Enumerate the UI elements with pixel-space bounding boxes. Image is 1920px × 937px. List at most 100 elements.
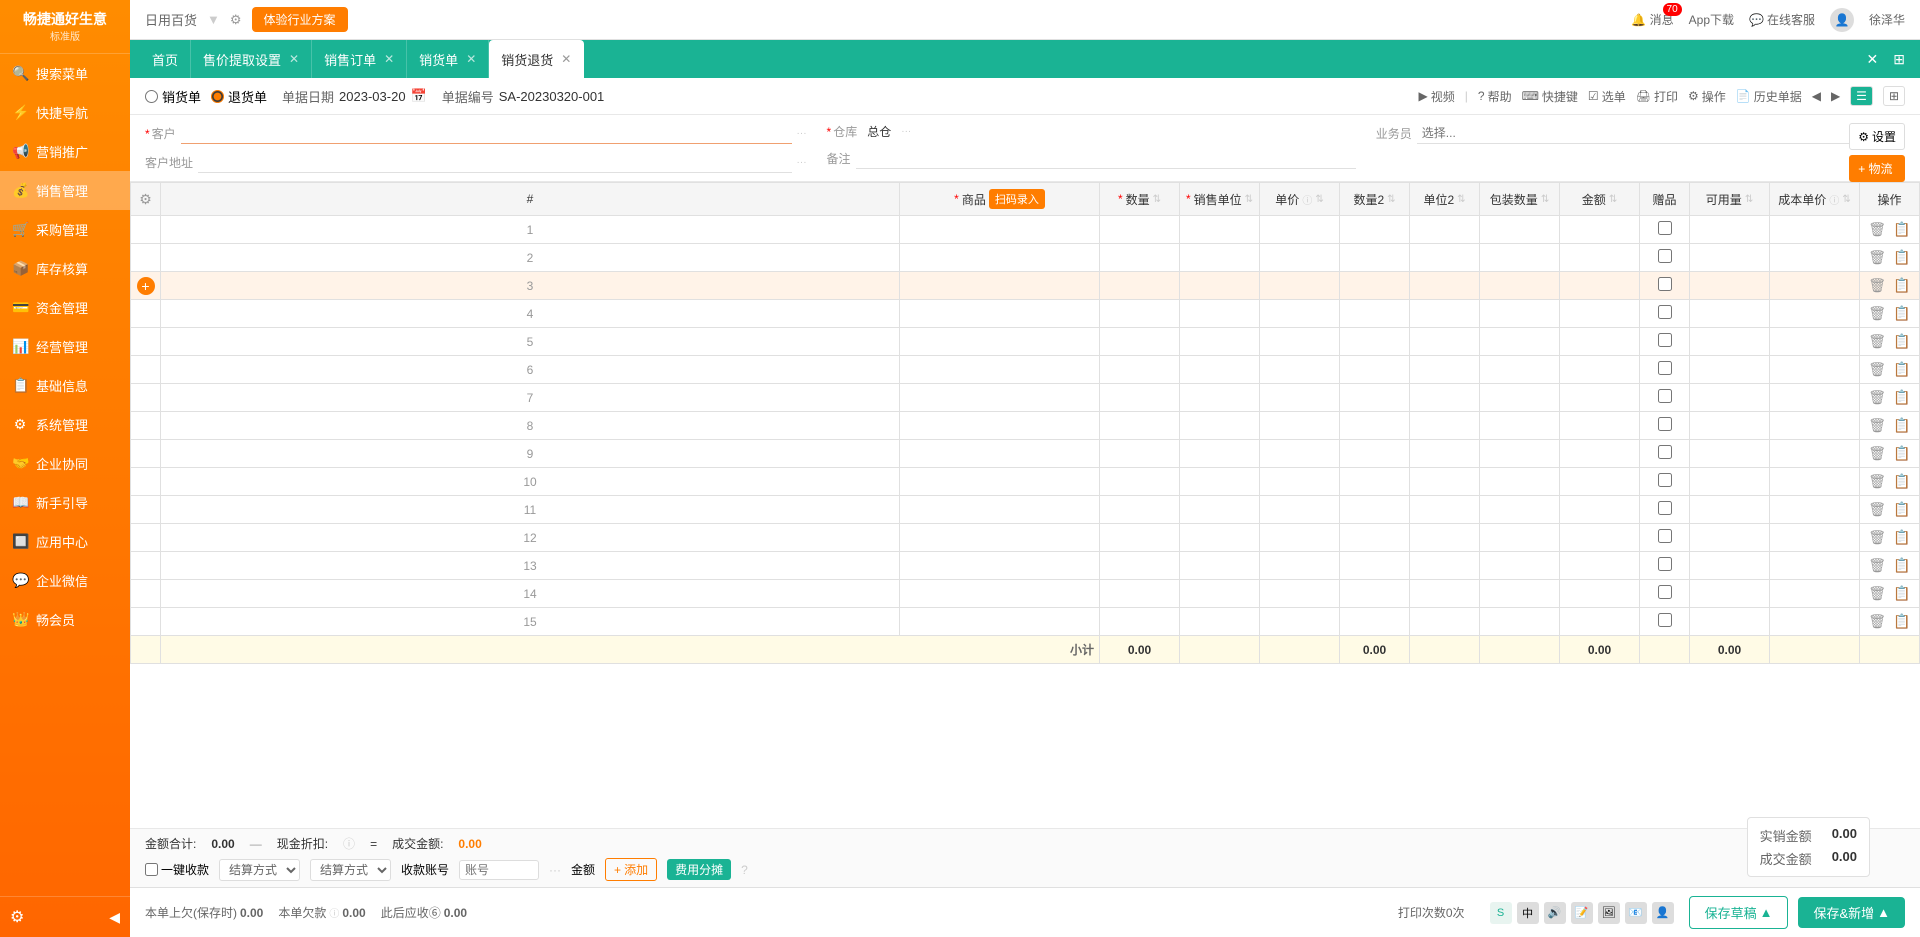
row-unit2-cell[interactable] bbox=[1410, 524, 1480, 552]
row-unit-cell[interactable] bbox=[1180, 384, 1260, 412]
row-unit-cell[interactable] bbox=[1180, 496, 1260, 524]
gift-checkbox[interactable] bbox=[1658, 585, 1672, 599]
row-amount-cell[interactable] bbox=[1560, 300, 1640, 328]
row-gift-cell[interactable] bbox=[1640, 496, 1690, 524]
row-gift-cell[interactable] bbox=[1640, 580, 1690, 608]
row-product-cell[interactable] bbox=[900, 356, 1100, 384]
row-qty-cell[interactable] bbox=[1100, 384, 1180, 412]
gift-checkbox[interactable] bbox=[1658, 361, 1672, 375]
copy-row-icon[interactable]: 📋 bbox=[1893, 277, 1910, 293]
row-price-cell[interactable] bbox=[1260, 552, 1340, 580]
row-gift-cell[interactable] bbox=[1640, 440, 1690, 468]
gift-checkbox[interactable] bbox=[1658, 305, 1672, 319]
row-qty2-cell[interactable] bbox=[1340, 468, 1410, 496]
row-gift-cell[interactable] bbox=[1640, 524, 1690, 552]
prev-history-btn[interactable]: ◀ bbox=[1812, 89, 1821, 103]
row-amount-cell[interactable] bbox=[1560, 580, 1640, 608]
gift-checkbox[interactable] bbox=[1658, 417, 1672, 431]
row-price-cell[interactable] bbox=[1260, 272, 1340, 300]
tab-sales-delivery[interactable]: 销货单 ✕ bbox=[407, 40, 489, 78]
salesperson-input[interactable] bbox=[1417, 123, 1890, 144]
row-product-cell[interactable] bbox=[900, 300, 1100, 328]
delete-row-icon[interactable]: 🗑 bbox=[1868, 333, 1886, 349]
row-pkg-cell[interactable] bbox=[1480, 552, 1560, 580]
gift-checkbox[interactable] bbox=[1658, 557, 1672, 571]
row-price-cell[interactable] bbox=[1260, 300, 1340, 328]
row-gift-cell[interactable] bbox=[1640, 384, 1690, 412]
online-service-link[interactable]: 💬 在线客服 bbox=[1749, 11, 1815, 28]
row-gift-cell[interactable] bbox=[1640, 216, 1690, 244]
row-amount-cell[interactable] bbox=[1560, 384, 1640, 412]
row-pkg-cell[interactable] bbox=[1480, 272, 1560, 300]
video-btn[interactable]: ▶ 视频 bbox=[1419, 88, 1455, 105]
row-product-cell[interactable] bbox=[900, 216, 1100, 244]
logistics-btn[interactable]: + 物流 bbox=[1849, 155, 1905, 182]
delete-row-icon[interactable]: 🗑 bbox=[1868, 277, 1886, 293]
bottom-icon-7[interactable]: 👤 bbox=[1652, 902, 1674, 924]
settings-icon[interactable]: ⚙ bbox=[230, 12, 242, 28]
delete-row-icon[interactable]: 🗑 bbox=[1868, 249, 1886, 265]
row-price-cell[interactable] bbox=[1260, 412, 1340, 440]
row-qty2-cell[interactable] bbox=[1340, 356, 1410, 384]
row-pkg-cell[interactable] bbox=[1480, 440, 1560, 468]
sidebar-settings-icon[interactable]: ⚙ bbox=[10, 907, 24, 927]
sidebar-item-finance[interactable]: 💳 资金管理 bbox=[0, 288, 130, 327]
row-avail-cell[interactable] bbox=[1690, 524, 1770, 552]
row-avail-cell[interactable] bbox=[1690, 244, 1770, 272]
gift-checkbox[interactable] bbox=[1658, 501, 1672, 515]
row-qty2-cell[interactable] bbox=[1340, 328, 1410, 356]
calendar-icon[interactable]: 📅 bbox=[411, 88, 427, 104]
row-avail-cell[interactable] bbox=[1690, 496, 1770, 524]
bill-type-return-radio[interactable] bbox=[211, 90, 224, 103]
row-cost-cell[interactable] bbox=[1770, 272, 1860, 300]
bottom-icon-1[interactable]: S bbox=[1490, 902, 1512, 924]
sidebar-item-sales[interactable]: 💰 销售管理 bbox=[0, 171, 130, 210]
row-avail-cell[interactable] bbox=[1690, 272, 1770, 300]
row-unit2-cell[interactable] bbox=[1410, 608, 1480, 636]
row-product-cell[interactable] bbox=[900, 580, 1100, 608]
row-qty2-cell[interactable] bbox=[1340, 216, 1410, 244]
row-qty-cell[interactable] bbox=[1100, 412, 1180, 440]
row-product-cell[interactable] bbox=[900, 384, 1100, 412]
row-amount-cell[interactable] bbox=[1560, 412, 1640, 440]
row-pkg-cell[interactable] bbox=[1480, 356, 1560, 384]
select-btn[interactable]: ☑ 选单 bbox=[1588, 88, 1626, 105]
row-amount-cell[interactable] bbox=[1560, 216, 1640, 244]
table-settings-icon[interactable]: ⚙ bbox=[139, 191, 152, 207]
delete-row-icon[interactable]: 🗑 bbox=[1868, 221, 1886, 237]
row-pkg-cell[interactable] bbox=[1480, 300, 1560, 328]
delete-row-icon[interactable]: 🗑 bbox=[1868, 417, 1886, 433]
copy-row-icon[interactable]: 📋 bbox=[1893, 249, 1910, 265]
tab-price-setup[interactable]: 售价提取设置 ✕ bbox=[191, 40, 312, 78]
copy-row-icon[interactable]: 📋 bbox=[1893, 445, 1910, 461]
row-unit-cell[interactable] bbox=[1180, 244, 1260, 272]
row-price-cell[interactable] bbox=[1260, 524, 1340, 552]
row-qty-cell[interactable] bbox=[1100, 356, 1180, 384]
row-unit2-cell[interactable] bbox=[1410, 580, 1480, 608]
qty-sort-icon[interactable]: ⇅ bbox=[1153, 194, 1161, 205]
row-unit-cell[interactable] bbox=[1180, 412, 1260, 440]
row-pkg-cell[interactable] bbox=[1480, 580, 1560, 608]
row-price-cell[interactable] bbox=[1260, 216, 1340, 244]
copy-row-icon[interactable]: 📋 bbox=[1893, 585, 1910, 601]
amount-sort-icon[interactable]: ⇅ bbox=[1609, 194, 1617, 205]
gift-checkbox[interactable] bbox=[1658, 445, 1672, 459]
row-unit-cell[interactable] bbox=[1180, 440, 1260, 468]
bottom-icon-2[interactable]: 中 bbox=[1517, 902, 1539, 924]
row-qty2-cell[interactable] bbox=[1340, 496, 1410, 524]
row-cost-cell[interactable] bbox=[1770, 608, 1860, 636]
experience-btn[interactable]: 体验行业方案 bbox=[252, 7, 348, 32]
gift-checkbox[interactable] bbox=[1658, 613, 1672, 627]
bottom-icon-6[interactable]: 📧 bbox=[1625, 902, 1647, 924]
shortcut-btn[interactable]: ⌨ 快捷键 bbox=[1522, 88, 1578, 105]
gift-checkbox[interactable] bbox=[1658, 277, 1672, 291]
avail-sort-icon[interactable]: ⇅ bbox=[1745, 194, 1753, 205]
row-avail-cell[interactable] bbox=[1690, 580, 1770, 608]
row-cost-cell[interactable] bbox=[1770, 412, 1860, 440]
delete-row-icon[interactable]: 🗑 bbox=[1868, 473, 1886, 489]
copy-row-icon[interactable]: 📋 bbox=[1893, 529, 1910, 545]
customer-input[interactable] bbox=[181, 123, 792, 144]
row-pkg-cell[interactable] bbox=[1480, 384, 1560, 412]
sidebar-collapse-icon[interactable]: ◀ bbox=[109, 909, 120, 926]
row-unit2-cell[interactable] bbox=[1410, 412, 1480, 440]
